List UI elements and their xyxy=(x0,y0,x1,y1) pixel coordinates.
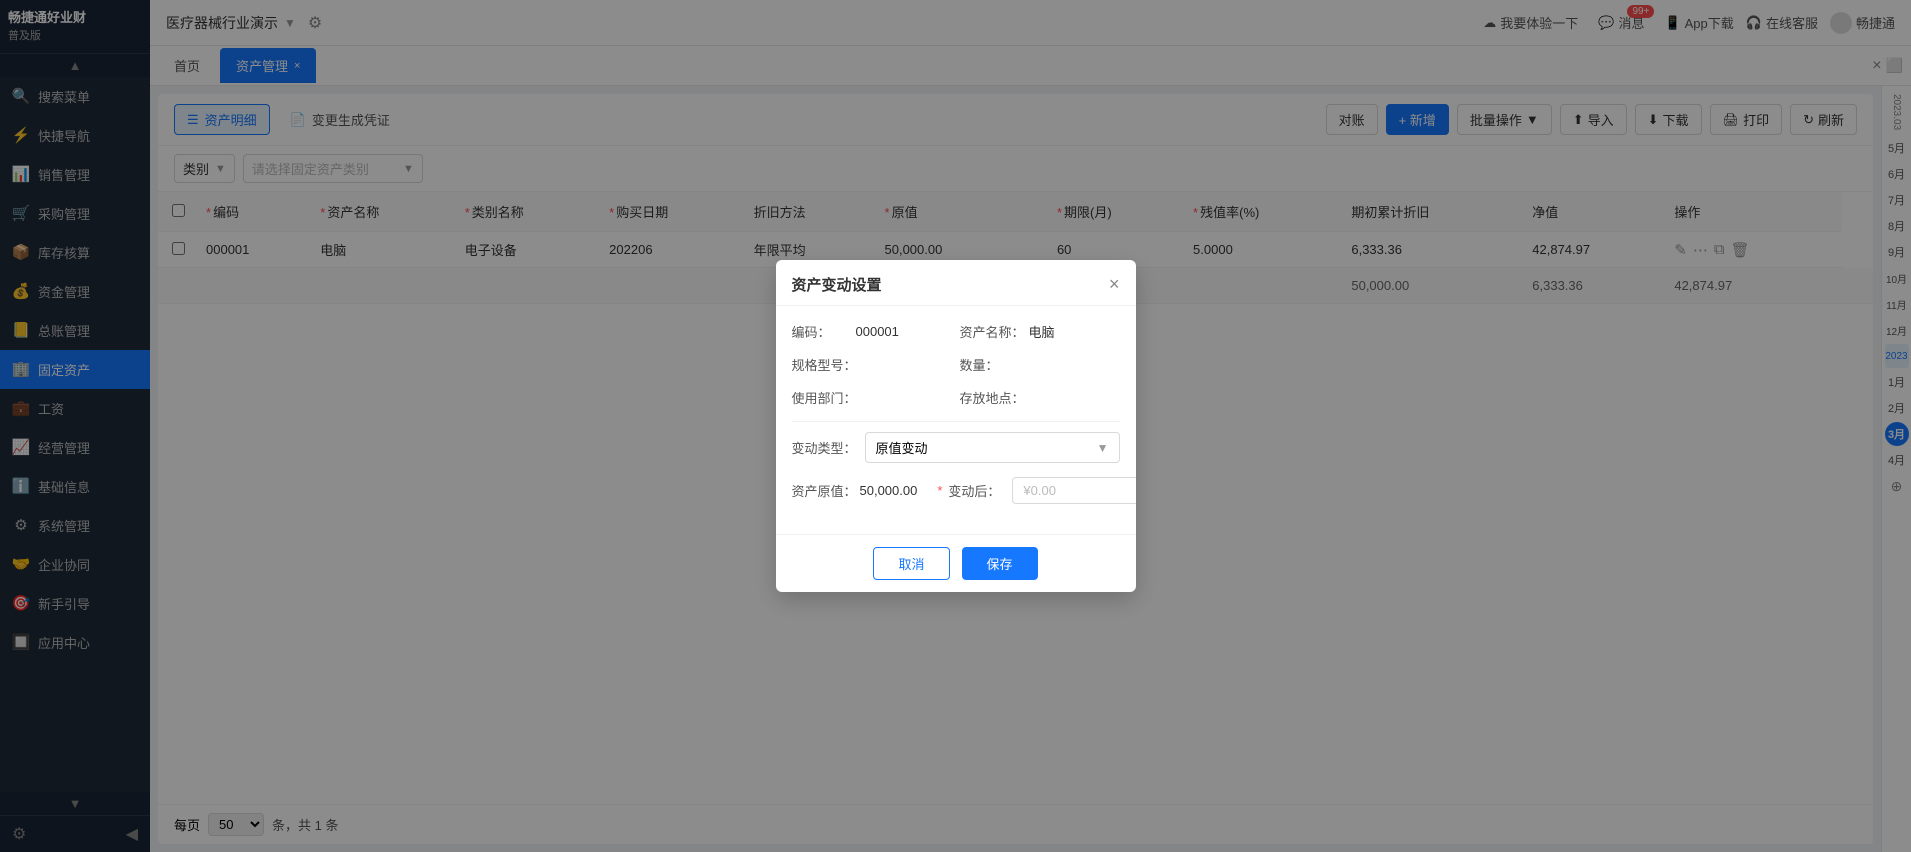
modal-row-3: 使用部门： 存放地点： xyxy=(792,388,1120,407)
modal-row-2: 规格型号： 数量： xyxy=(792,355,1120,374)
modal-overlay[interactable]: 资产变动设置 × 编码： 000001 资产名称： 电脑 规格型号： xyxy=(0,0,1911,852)
modal-divider xyxy=(792,421,1120,422)
original-value-display: 50,000.00 xyxy=(860,478,918,503)
modal-dept-field: 使用部门： xyxy=(792,388,952,407)
modal-quantity-field: 数量： xyxy=(960,355,1120,374)
asset-change-modal: 资产变动设置 × 编码： 000001 资产名称： 电脑 规格型号： xyxy=(776,260,1136,592)
modal-change-type-row: 变动类型： 原值变动 ▼ xyxy=(792,432,1120,463)
modal-spec-field: 规格型号： xyxy=(792,355,952,374)
required-star: * xyxy=(937,483,942,498)
modal-title: 资产变动设置 xyxy=(792,274,882,295)
modal-value-row: 资产原值： 50,000.00 * 变动后： xyxy=(792,477,1120,504)
modal-row-1: 编码： 000001 资产名称： 电脑 xyxy=(792,322,1120,341)
chevron-down-icon: ▼ xyxy=(1097,441,1109,455)
change-type-select[interactable]: 原值变动 ▼ xyxy=(865,432,1120,463)
cancel-button[interactable]: 取消 xyxy=(873,547,949,580)
modal-location-field: 存放地点： xyxy=(960,388,1120,407)
modal-footer: 取消 保存 xyxy=(776,534,1136,592)
modal-header: 资产变动设置 × xyxy=(776,260,1136,306)
modal-code-field: 编码： 000001 xyxy=(792,322,952,341)
modal-body: 编码： 000001 资产名称： 电脑 规格型号： 数量： xyxy=(776,306,1136,534)
after-change-input[interactable] xyxy=(1012,477,1135,504)
modal-close-icon[interactable]: × xyxy=(1109,274,1120,295)
modal-assetname-field: 资产名称： 电脑 xyxy=(960,322,1120,341)
save-button[interactable]: 保存 xyxy=(962,547,1038,580)
